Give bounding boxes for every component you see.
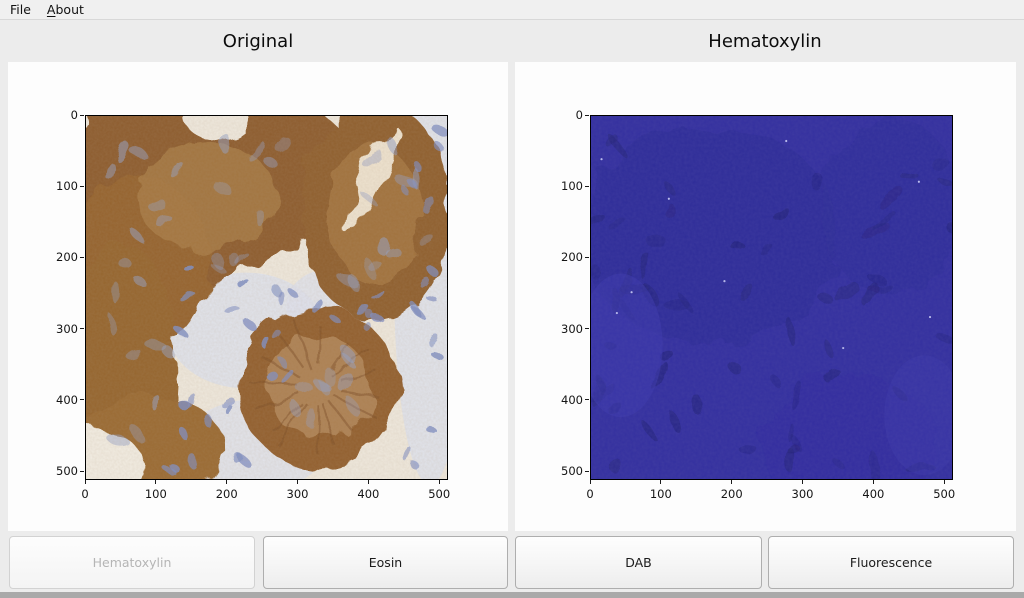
x-tick-mark <box>660 480 662 484</box>
x-tick-mark <box>438 480 440 484</box>
y-tick-mark <box>80 185 84 187</box>
x-tick-label: 400 <box>357 487 380 501</box>
menu-file[interactable]: File <box>10 2 31 17</box>
hema-grain-texture <box>591 116 952 479</box>
x-tick-label: 100 <box>144 487 167 501</box>
y-tick-mark <box>80 470 84 472</box>
y-tick-label: 200 <box>56 250 78 265</box>
y-tick-label: 100 <box>56 179 78 194</box>
x-tick-label: 0 <box>586 487 594 501</box>
app-window: File About Original Hematoxylin Hematoxy… <box>0 0 1024 598</box>
x-tick-label: 400 <box>862 487 885 501</box>
hematoxylin-image <box>590 115 953 480</box>
y-tick-mark <box>80 114 84 116</box>
hematoxylin-button[interactable]: Hematoxylin <box>9 536 255 589</box>
x-tick-label: 300 <box>791 487 814 501</box>
y-tick-label: 400 <box>561 392 583 407</box>
x-tick-label: 100 <box>649 487 672 501</box>
y-tick-mark <box>585 399 589 401</box>
panel-title-hematoxylin: Hematoxylin <box>708 31 822 52</box>
y-tick-label: 500 <box>561 464 583 479</box>
y-tick-label: 500 <box>56 464 78 479</box>
x-tick-label: 200 <box>720 487 743 501</box>
x-tick-mark <box>226 480 228 484</box>
x-tick-mark <box>731 480 733 484</box>
x-tick-label: 500 <box>428 487 451 501</box>
y-tick-mark <box>585 114 589 116</box>
x-tick-mark <box>872 480 874 484</box>
y-tick-label: 0 <box>70 108 78 122</box>
y-tick-mark <box>585 256 589 258</box>
y-tick-mark <box>585 328 589 330</box>
y-tick-mark <box>585 185 589 187</box>
y-tick-mark <box>80 328 84 330</box>
original-image <box>85 115 448 480</box>
y-tick-label: 0 <box>575 108 583 122</box>
y-tick-label: 100 <box>561 179 583 194</box>
eosin-button[interactable]: Eosin <box>263 536 508 589</box>
y-tick-mark <box>80 256 84 258</box>
y-tick-label: 400 <box>56 392 78 407</box>
hematoxylin-channel-svg <box>591 116 952 479</box>
fluorescence-button[interactable]: Fluorescence <box>768 536 1014 589</box>
x-tick-label: 500 <box>933 487 956 501</box>
dab-button[interactable]: DAB <box>515 536 762 589</box>
y-tick-mark <box>80 399 84 401</box>
x-tick-label: 200 <box>215 487 238 501</box>
x-tick-label: 0 <box>81 487 89 501</box>
x-tick-mark <box>155 480 157 484</box>
window-bottom-edge <box>0 592 1024 598</box>
x-tick-mark <box>802 480 804 484</box>
y-tick-label: 300 <box>56 321 78 336</box>
y-tick-label: 300 <box>561 321 583 336</box>
tissue-grain-texture <box>86 116 447 479</box>
menu-bar: File About <box>0 0 1024 20</box>
original-histology-svg <box>86 116 447 479</box>
x-tick-mark <box>367 480 369 484</box>
x-tick-mark <box>84 480 86 484</box>
menu-about[interactable]: About <box>47 2 84 17</box>
x-tick-mark <box>297 480 299 484</box>
y-tick-mark <box>585 470 589 472</box>
y-tick-label: 200 <box>561 250 583 265</box>
x-tick-label: 300 <box>286 487 309 501</box>
panel-title-original: Original <box>222 31 294 52</box>
x-tick-mark <box>943 480 945 484</box>
x-tick-mark <box>589 480 591 484</box>
